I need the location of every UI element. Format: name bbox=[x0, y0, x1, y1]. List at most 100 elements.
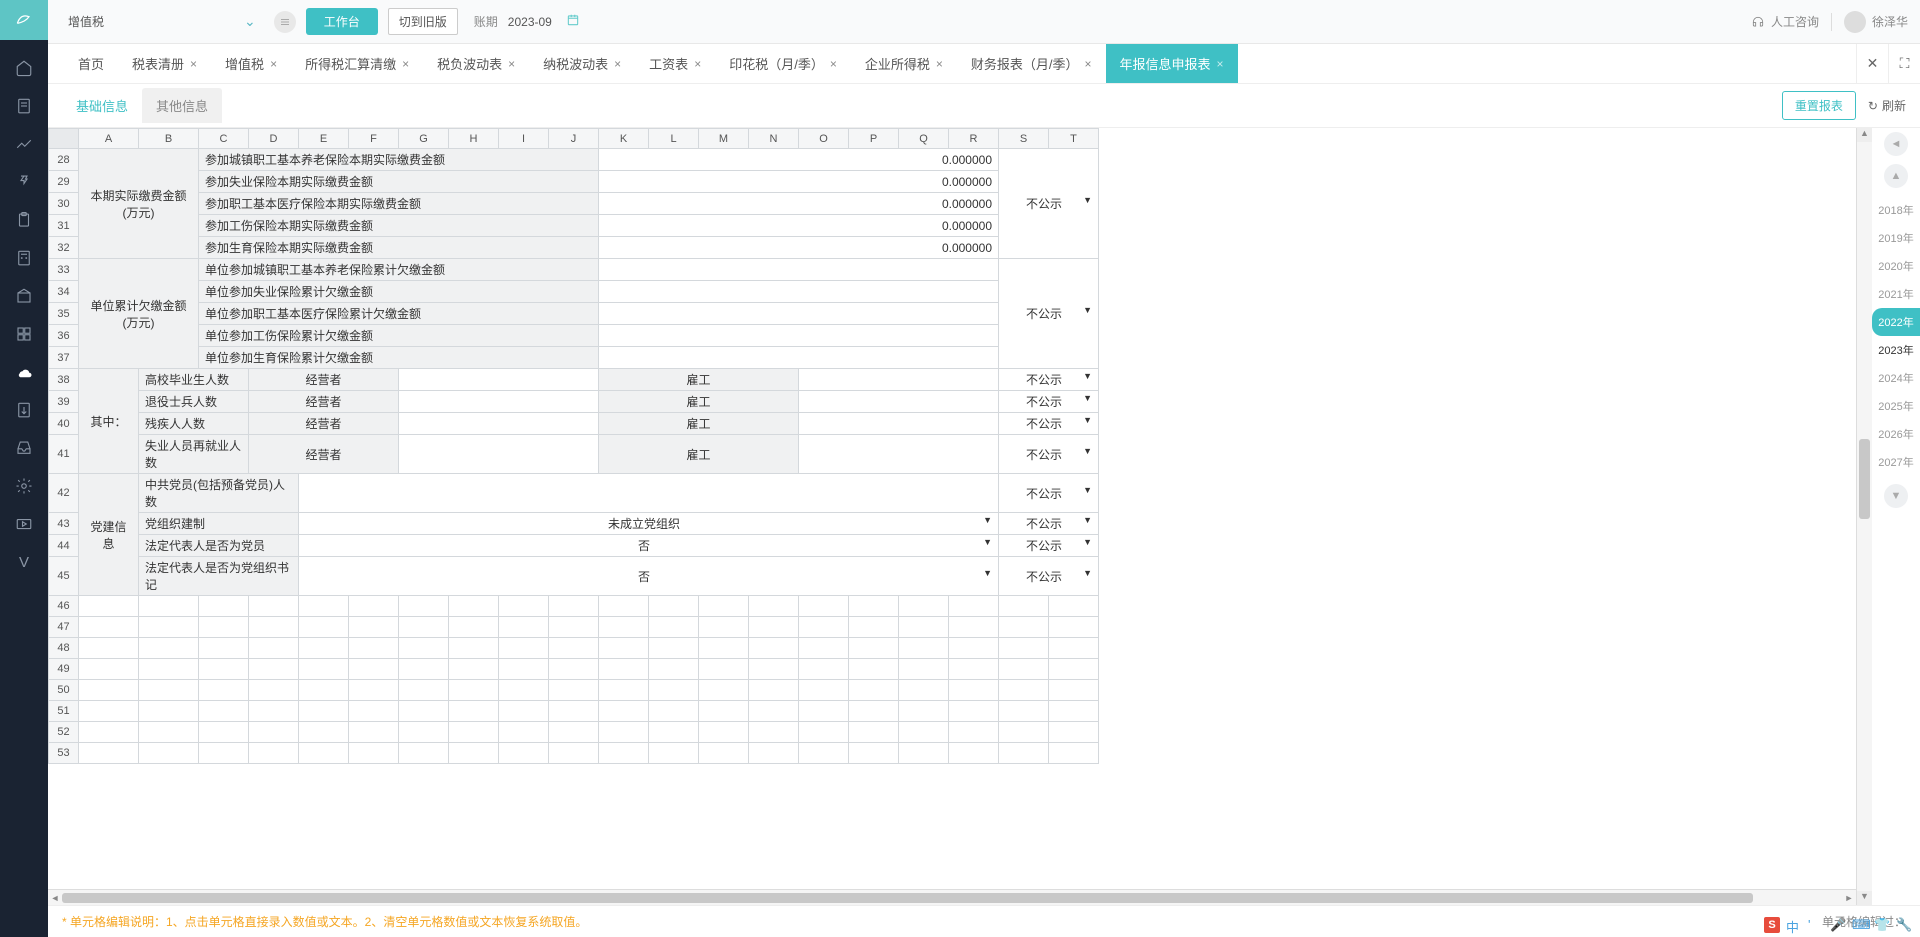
spreadsheet[interactable]: ABCDEFGHIJKLMNOPQRST 28本期实际缴费金额(万元)参加城镇职… bbox=[48, 128, 1099, 764]
cell[interactable] bbox=[599, 347, 999, 369]
cell[interactable]: 不公示▼ bbox=[999, 259, 1099, 369]
period-value[interactable]: 2023-09 bbox=[508, 15, 552, 29]
cell[interactable] bbox=[899, 638, 949, 659]
cell[interactable] bbox=[549, 659, 599, 680]
cell[interactable] bbox=[79, 701, 139, 722]
cell[interactable] bbox=[599, 743, 649, 764]
cell[interactable] bbox=[349, 638, 399, 659]
cell[interactable]: 高校毕业生人数 bbox=[139, 369, 249, 391]
rail-collapse-icon[interactable]: ◄ bbox=[1884, 132, 1908, 156]
cell[interactable] bbox=[599, 259, 999, 281]
cell[interactable] bbox=[549, 743, 599, 764]
tab-close-icon[interactable]: × bbox=[694, 57, 701, 71]
cell[interactable] bbox=[749, 596, 799, 617]
cell[interactable] bbox=[649, 659, 699, 680]
cell[interactable]: 法定代表人是否为党组织书记 bbox=[139, 557, 299, 596]
cell[interactable] bbox=[999, 659, 1049, 680]
cell[interactable] bbox=[799, 413, 999, 435]
cell[interactable] bbox=[79, 659, 139, 680]
cell[interactable] bbox=[449, 596, 499, 617]
nav-settings-icon[interactable] bbox=[14, 476, 34, 496]
cell[interactable] bbox=[349, 743, 399, 764]
cell[interactable]: 0.000000 bbox=[599, 149, 999, 171]
rail-up-icon[interactable]: ▲ bbox=[1884, 164, 1908, 188]
year-item[interactable]: 2019年 bbox=[1872, 224, 1919, 252]
nav-home-icon[interactable] bbox=[14, 58, 34, 78]
cell[interactable]: 不公示▼ bbox=[999, 413, 1099, 435]
cell[interactable] bbox=[949, 659, 999, 680]
cell[interactable] bbox=[199, 659, 249, 680]
reset-button[interactable]: 重置报表 bbox=[1782, 91, 1856, 120]
col-header[interactable]: E bbox=[299, 129, 349, 149]
cell[interactable] bbox=[399, 596, 449, 617]
refresh-button[interactable]: ↻ 刷新 bbox=[1868, 97, 1906, 114]
cell[interactable] bbox=[549, 680, 599, 701]
cell[interactable] bbox=[139, 638, 199, 659]
cell[interactable]: 不公示▼ bbox=[999, 513, 1099, 535]
col-header[interactable]: J bbox=[549, 129, 599, 149]
cell[interactable] bbox=[199, 617, 249, 638]
cell[interactable] bbox=[849, 596, 899, 617]
nav-doc-icon[interactable] bbox=[14, 96, 34, 116]
cell[interactable] bbox=[899, 701, 949, 722]
cell[interactable] bbox=[399, 722, 449, 743]
cell[interactable] bbox=[899, 596, 949, 617]
cell[interactable] bbox=[999, 701, 1049, 722]
cell[interactable] bbox=[899, 722, 949, 743]
cell[interactable] bbox=[699, 617, 749, 638]
cell[interactable] bbox=[79, 638, 139, 659]
cell[interactable] bbox=[199, 722, 249, 743]
cell[interactable]: 雇工 bbox=[599, 369, 799, 391]
cell[interactable] bbox=[749, 722, 799, 743]
cell[interactable]: 不公示▼ bbox=[999, 369, 1099, 391]
cell[interactable] bbox=[599, 722, 649, 743]
cell[interactable] bbox=[499, 680, 549, 701]
cell[interactable] bbox=[799, 596, 849, 617]
cell[interactable] bbox=[549, 701, 599, 722]
tray-mic-icon[interactable]: 🎤 bbox=[1830, 917, 1846, 933]
cell[interactable] bbox=[699, 722, 749, 743]
col-header[interactable]: T bbox=[1049, 129, 1099, 149]
tab-close-icon[interactable]: × bbox=[270, 57, 277, 71]
cell[interactable] bbox=[599, 617, 649, 638]
year-item[interactable]: 2018年 bbox=[1872, 196, 1919, 224]
cell[interactable] bbox=[899, 680, 949, 701]
cell[interactable] bbox=[399, 659, 449, 680]
col-header[interactable]: L bbox=[649, 129, 699, 149]
col-header[interactable]: P bbox=[849, 129, 899, 149]
row-header[interactable]: 42 bbox=[49, 474, 79, 513]
cell[interactable]: 未成立党组织▼ bbox=[299, 513, 999, 535]
cell[interactable]: 经营者 bbox=[249, 435, 399, 474]
cell[interactable] bbox=[799, 638, 849, 659]
cell[interactable] bbox=[549, 596, 599, 617]
cell[interactable] bbox=[999, 617, 1049, 638]
cell[interactable] bbox=[499, 596, 549, 617]
nav-money-icon[interactable] bbox=[14, 172, 34, 192]
cell[interactable] bbox=[849, 743, 899, 764]
cell[interactable] bbox=[749, 617, 799, 638]
cell[interactable] bbox=[649, 596, 699, 617]
cell[interactable] bbox=[199, 743, 249, 764]
nav-grid-icon[interactable] bbox=[14, 324, 34, 344]
cell[interactable] bbox=[599, 638, 649, 659]
col-header[interactable]: N bbox=[749, 129, 799, 149]
cell[interactable] bbox=[749, 638, 799, 659]
tray-keyboard-icon[interactable]: ⌨ bbox=[1852, 917, 1868, 933]
tab-5[interactable]: 纳税波动表× bbox=[529, 44, 635, 83]
cell[interactable] bbox=[349, 701, 399, 722]
cell[interactable] bbox=[799, 722, 849, 743]
cell[interactable] bbox=[849, 638, 899, 659]
tab-4[interactable]: 税负波动表× bbox=[423, 44, 529, 83]
cell[interactable] bbox=[449, 743, 499, 764]
cell[interactable]: 0.000000 bbox=[599, 237, 999, 259]
calendar-icon[interactable] bbox=[566, 13, 580, 30]
nav-v-icon[interactable]: V bbox=[14, 552, 34, 572]
cell[interactable] bbox=[79, 596, 139, 617]
tab-8[interactable]: 企业所得税× bbox=[851, 44, 957, 83]
nav-cloud-icon[interactable] bbox=[14, 362, 34, 382]
cell[interactable] bbox=[449, 638, 499, 659]
cell[interactable]: 单位参加城镇职工基本养老保险累计欠缴金额 bbox=[199, 259, 599, 281]
row-header[interactable]: 51 bbox=[49, 701, 79, 722]
cell[interactable] bbox=[599, 325, 999, 347]
row-header[interactable]: 33 bbox=[49, 259, 79, 281]
